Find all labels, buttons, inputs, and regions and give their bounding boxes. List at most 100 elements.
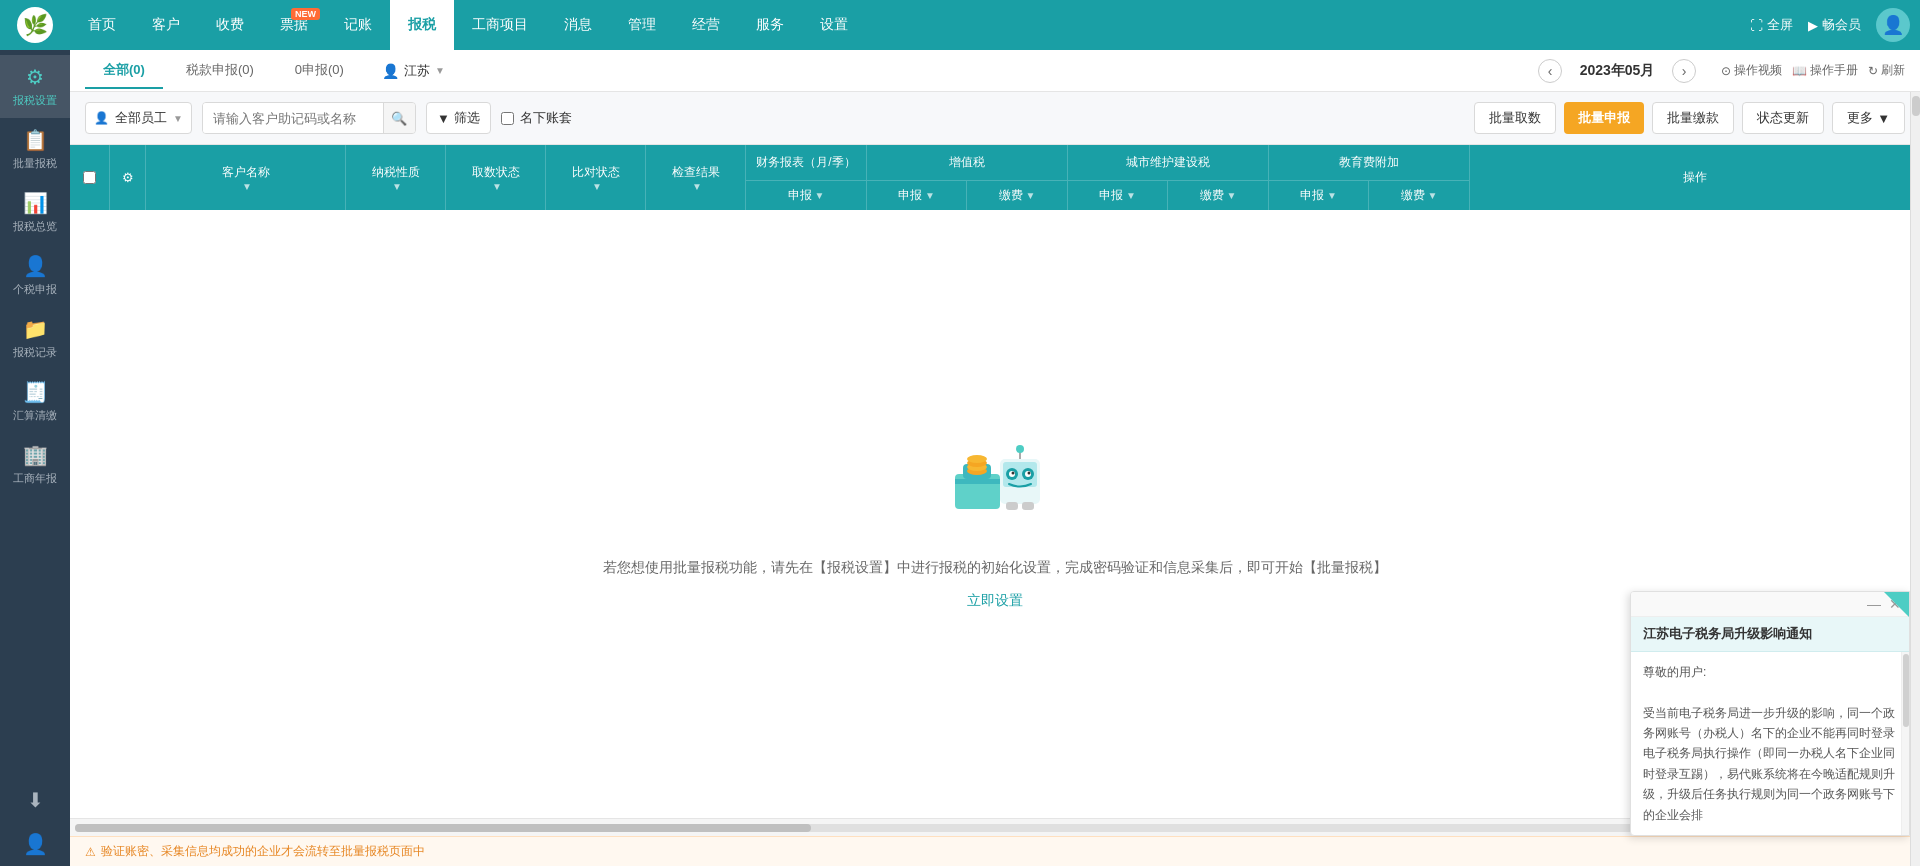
- empty-description: 若您想使用批量报税功能，请先在【报税设置】中进行报税的初始化设置，完成密码验证和…: [603, 559, 1387, 577]
- nav-service[interactable]: 服务: [738, 0, 802, 50]
- search-box: 🔍: [202, 102, 416, 134]
- sidebar-item-personal-tax[interactable]: 👤 个税申报: [0, 244, 70, 307]
- video-icon: ⊙: [1721, 64, 1731, 78]
- period-next-button[interactable]: ›: [1672, 59, 1696, 83]
- filter-icon: ▼: [437, 111, 450, 126]
- annual-report-icon: 🏢: [23, 443, 48, 467]
- sidebar-item-tax-records[interactable]: 📁 报税记录: [0, 307, 70, 370]
- notification-header: 江苏电子税务局升级影响通知: [1631, 617, 1909, 652]
- nav-customer[interactable]: 客户: [134, 0, 198, 50]
- nav-items: 首页 客户 收费 票据 NEW 记账 报税 工商项目 消息 管理 经营 服务 设…: [70, 0, 1750, 50]
- employee-filter-select[interactable]: 👤 全部员工 ▼: [85, 102, 192, 134]
- region-selector[interactable]: 👤 江苏 ▼: [382, 62, 445, 80]
- sidebar-item-tax-settings[interactable]: ⚙ 报税设置: [0, 55, 70, 118]
- sidebar-bottom: ⬇ 👤: [0, 778, 70, 866]
- nav-operation[interactable]: 经营: [674, 0, 738, 50]
- header-settings-cell[interactable]: ⚙: [110, 145, 146, 210]
- scroll-thumb[interactable]: [75, 824, 811, 832]
- sidebar-item-settlement[interactable]: 🧾 汇算清缴: [0, 370, 70, 433]
- search-input[interactable]: [203, 103, 383, 133]
- notif-scroll-thumb[interactable]: [1903, 654, 1909, 727]
- tab-bar: 全部(0) 税款申报(0) 0申报(0) 👤 江苏 ▼ ‹ 2023年05月 ›…: [70, 50, 1920, 92]
- batch-fetch-button[interactable]: 批量取数: [1474, 102, 1556, 134]
- nav-home[interactable]: 首页: [70, 0, 134, 50]
- edu-group-bottom: 申报 ▼ 缴费 ▼: [1269, 181, 1469, 210]
- batch-declare-button[interactable]: 批量申报: [1564, 102, 1644, 134]
- sidebar-item-annual-report[interactable]: 🏢 工商年报: [0, 433, 70, 496]
- notification-title: 江苏电子税务局升级影响通知: [1643, 625, 1812, 643]
- nav-settings[interactable]: 设置: [802, 0, 866, 50]
- svg-point-13: [1012, 471, 1015, 474]
- tax-overview-icon: 📊: [23, 191, 48, 215]
- logo: 🌿: [10, 0, 60, 50]
- refresh-button[interactable]: ↻ 刷新: [1868, 62, 1905, 79]
- employee-select-chevron: ▼: [173, 113, 183, 124]
- settlement-icon: 🧾: [23, 380, 48, 404]
- header-client-name: 客户名称 ▼: [146, 145, 346, 210]
- member-icon: ▶: [1808, 18, 1818, 33]
- tab-all[interactable]: 全部(0): [85, 53, 163, 89]
- sidebar-item-tax-overview[interactable]: 📊 报税总览: [0, 181, 70, 244]
- right-scrollbar[interactable]: [1910, 92, 1920, 866]
- nav-business[interactable]: 工商项目: [454, 0, 546, 50]
- tab-tax-declare[interactable]: 税款申报(0): [168, 53, 272, 89]
- header-check-result: 检查结果 ▼: [646, 145, 746, 210]
- sidebar-item-user[interactable]: 👤: [0, 822, 70, 866]
- svg-rect-18: [1022, 502, 1034, 510]
- header-operations: 操作: [1470, 145, 1920, 210]
- fetch-status-filter-icon: ▼: [492, 181, 502, 192]
- fullscreen-button[interactable]: ⛶ 全屏: [1750, 16, 1793, 34]
- sidebar-item-batch-tax[interactable]: 📋 批量报税: [0, 118, 70, 181]
- urban-declare-header: 申报 ▼: [1068, 181, 1168, 210]
- account-checkbox[interactable]: [501, 112, 514, 125]
- setup-link[interactable]: 立即设置: [967, 592, 1023, 610]
- sidebar-item-download[interactable]: ⬇: [0, 778, 70, 822]
- period-navigator: ‹ 2023年05月 ›: [1538, 59, 1696, 83]
- search-button[interactable]: 🔍: [383, 103, 415, 133]
- notif-scrollbar[interactable]: [1901, 652, 1909, 835]
- notification-body: 尊敬的用户: 受当前电子税务局进一步升级的影响，同一个政务网账号（办税人）名下的…: [1631, 652, 1909, 835]
- select-all-checkbox[interactable]: [83, 171, 96, 184]
- edu-group-title: 教育费附加: [1269, 145, 1469, 181]
- filter-button[interactable]: ▼ 筛选: [426, 102, 491, 134]
- svg-point-16: [1016, 445, 1024, 453]
- nav-tax[interactable]: 报税: [390, 0, 454, 50]
- tax-type-filter-icon: ▼: [392, 181, 402, 192]
- batch-tax-icon: 📋: [23, 128, 48, 152]
- toolbar-right: 批量取数 批量申报 批量缴款 状态更新 更多 ▼: [1474, 102, 1905, 134]
- more-button[interactable]: 更多 ▼: [1832, 102, 1905, 134]
- account-checkbox-label[interactable]: 名下账套: [501, 109, 572, 127]
- financial-group-bottom: 申报 ▼: [746, 181, 866, 210]
- region-chevron-icon: ▼: [435, 65, 445, 76]
- manual-icon: 📖: [1792, 64, 1807, 78]
- more-chevron-icon: ▼: [1877, 111, 1890, 126]
- svg-point-14: [1028, 471, 1031, 474]
- period-prev-button[interactable]: ‹: [1538, 59, 1562, 83]
- financial-group-title: 财务报表（月/季）: [746, 145, 866, 181]
- nav-charge[interactable]: 收费: [198, 0, 262, 50]
- status-update-button[interactable]: 状态更新: [1742, 102, 1824, 134]
- header-edu-group: 教育费附加 申报 ▼ 缴费 ▼: [1269, 145, 1470, 210]
- region-icon: 👤: [382, 63, 399, 79]
- nav-message[interactable]: 消息: [546, 0, 610, 50]
- notif-controls: — ✕: [1631, 592, 1909, 617]
- batch-pay-button[interactable]: 批量缴款: [1652, 102, 1734, 134]
- avatar[interactable]: 👤: [1876, 8, 1910, 42]
- operation-manual-link[interactable]: 📖 操作手册: [1792, 62, 1858, 79]
- operation-video-link[interactable]: ⊙ 操作视频: [1721, 62, 1782, 79]
- nav-manage[interactable]: 管理: [610, 0, 674, 50]
- nav-accounting[interactable]: 记账: [326, 0, 390, 50]
- urban-pay-header: 缴费 ▼: [1168, 181, 1268, 210]
- notif-corner-decoration: [1884, 592, 1909, 617]
- header-fetch-status: 取数状态 ▼: [446, 145, 546, 210]
- status-text: 验证账密、采集信息均成功的企业才会流转至批量报税页面中: [101, 843, 425, 860]
- user-filter-icon: 👤: [94, 111, 109, 125]
- logo-icon: 🌿: [23, 13, 48, 37]
- nav-invoice[interactable]: 票据 NEW: [262, 0, 326, 50]
- check-result-filter-icon: ▼: [692, 181, 702, 192]
- notif-minimize-button[interactable]: —: [1867, 596, 1881, 612]
- right-scroll-thumb[interactable]: [1912, 96, 1920, 116]
- invoice-badge: NEW: [291, 8, 320, 20]
- tab-zero-declare[interactable]: 0申报(0): [277, 53, 362, 89]
- member-button[interactable]: ▶ 畅会员: [1808, 16, 1861, 34]
